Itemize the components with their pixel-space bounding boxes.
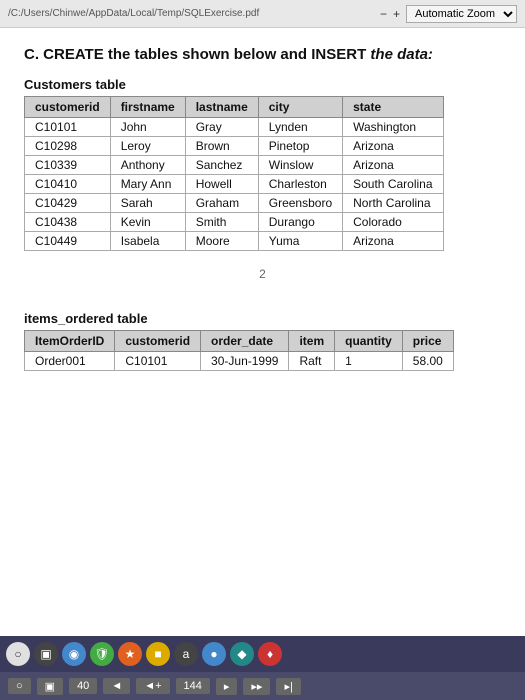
table-cell: Brown bbox=[185, 137, 258, 156]
table-cell: Arizona bbox=[343, 137, 443, 156]
col-customerid: customerid bbox=[25, 97, 111, 118]
table-cell: Moore bbox=[185, 232, 258, 251]
customers-header-row: customerid firstname lastname city state bbox=[25, 97, 444, 118]
title-bar: /C:/Users/Chinwe/AppData/Local/Temp/SQLE… bbox=[0, 0, 525, 28]
ctrl-btn-2[interactable]: ▣ bbox=[37, 678, 63, 695]
table-cell: Kevin bbox=[110, 213, 185, 232]
page-number: 2 bbox=[24, 267, 501, 281]
col-firstname: firstname bbox=[110, 97, 185, 118]
table-cell: Howell bbox=[185, 175, 258, 194]
ctrl-btn-end[interactable]: ▸| bbox=[276, 678, 300, 695]
table-cell: Sanchez bbox=[185, 156, 258, 175]
table-cell: Pinetop bbox=[258, 137, 342, 156]
section-heading: C. CREATE the tables shown below and INS… bbox=[24, 46, 501, 63]
table-cell: C10410 bbox=[25, 175, 111, 194]
table-row: Order001C1010130-Jun-1999Raft158.00 bbox=[25, 352, 454, 371]
table-cell: Charleston bbox=[258, 175, 342, 194]
table-cell: C10429 bbox=[25, 194, 111, 213]
ctrl-btn-back[interactable]: ◄ bbox=[103, 678, 130, 694]
table-cell: C10101 bbox=[25, 118, 111, 137]
table-row: C10298LeroyBrownPinetopArizona bbox=[25, 137, 444, 156]
table-cell: Anthony bbox=[110, 156, 185, 175]
items-table: ItemOrderID customerid order_date item q… bbox=[24, 330, 454, 371]
zoom-plus-button[interactable]: + bbox=[393, 7, 400, 21]
customers-table-label: Customers table bbox=[24, 77, 501, 92]
taskbar-icon-app[interactable]: ■ bbox=[146, 642, 170, 666]
ctrl-btn-1[interactable]: ○ bbox=[8, 678, 31, 694]
items-table-section: items_ordered table ItemOrderID customer… bbox=[24, 311, 501, 371]
title-bar-controls: − + Automatic Zoom bbox=[380, 5, 517, 23]
taskbar-icon-star[interactable]: ★ bbox=[118, 642, 142, 666]
taskbar-icon-browser[interactable]: ◉ bbox=[62, 642, 86, 666]
table-cell: C10339 bbox=[25, 156, 111, 175]
col-quantity: quantity bbox=[335, 331, 403, 352]
taskbar-icon-blue2[interactable]: ● bbox=[202, 642, 226, 666]
table-cell: John bbox=[110, 118, 185, 137]
taskbar-icon-teal[interactable]: ◆ bbox=[230, 642, 254, 666]
table-cell: Colorado bbox=[343, 213, 443, 232]
ctrl-btn-40[interactable]: 40 bbox=[69, 678, 97, 694]
table-row: C10339AnthonySanchezWinslowArizona bbox=[25, 156, 444, 175]
table-cell: 30-Jun-1999 bbox=[201, 352, 289, 371]
table-cell: Raft bbox=[289, 352, 335, 371]
table-cell: Isabela bbox=[110, 232, 185, 251]
col-items-customerid: customerid bbox=[115, 331, 201, 352]
col-lastname: lastname bbox=[185, 97, 258, 118]
table-cell: Gray bbox=[185, 118, 258, 137]
table-cell: 1 bbox=[335, 352, 403, 371]
table-cell: Graham bbox=[185, 194, 258, 213]
ctrl-btn-144[interactable]: 144 bbox=[176, 678, 210, 694]
col-itemorderid: ItemOrderID bbox=[25, 331, 115, 352]
table-cell: Yuma bbox=[258, 232, 342, 251]
table-cell: 58.00 bbox=[402, 352, 453, 371]
table-cell: South Carolina bbox=[343, 175, 443, 194]
table-row: C10438KevinSmithDurangoColorado bbox=[25, 213, 444, 232]
table-row: C10101JohnGrayLyndenWashington bbox=[25, 118, 444, 137]
taskbar-icon-shield[interactable]: 🛡 bbox=[90, 642, 114, 666]
customers-table: customerid firstname lastname city state… bbox=[24, 96, 444, 251]
ctrl-btn-ff[interactable]: ▸▸ bbox=[243, 678, 270, 695]
table-cell: Leroy bbox=[110, 137, 185, 156]
col-city: city bbox=[258, 97, 342, 118]
file-path: /C:/Users/Chinwe/AppData/Local/Temp/SQLE… bbox=[8, 8, 380, 19]
table-cell: Arizona bbox=[343, 232, 443, 251]
table-cell: C10449 bbox=[25, 232, 111, 251]
table-cell: Order001 bbox=[25, 352, 115, 371]
table-cell: North Carolina bbox=[343, 194, 443, 213]
table-cell: Arizona bbox=[343, 156, 443, 175]
document-area: C. CREATE the tables shown below and INS… bbox=[0, 28, 525, 636]
zoom-minus-button[interactable]: − bbox=[380, 7, 387, 21]
items-table-label: items_ordered table bbox=[24, 311, 501, 326]
table-cell: Greensboro bbox=[258, 194, 342, 213]
col-order-date: order_date bbox=[201, 331, 289, 352]
table-cell: Mary Ann bbox=[110, 175, 185, 194]
col-item: item bbox=[289, 331, 335, 352]
taskbar-icon-circle[interactable]: ○ bbox=[6, 642, 30, 666]
table-cell: C10298 bbox=[25, 137, 111, 156]
table-cell: Lynden bbox=[258, 118, 342, 137]
col-price: price bbox=[402, 331, 453, 352]
table-row: C10449IsabelaMooreYumaArizona bbox=[25, 232, 444, 251]
table-cell: C10438 bbox=[25, 213, 111, 232]
table-row: C10410Mary AnnHowellCharlestonSouth Caro… bbox=[25, 175, 444, 194]
taskbar: ○ ▣ ◉ 🛡 ★ ■ a ● ◆ ♦ bbox=[0, 636, 525, 672]
table-cell: Washington bbox=[343, 118, 443, 137]
table-cell: Smith bbox=[185, 213, 258, 232]
table-cell: C10101 bbox=[115, 352, 201, 371]
taskbar-icon-red[interactable]: ♦ bbox=[258, 642, 282, 666]
table-row: C10429SarahGrahamGreensboroNorth Carolin… bbox=[25, 194, 444, 213]
table-cell: Sarah bbox=[110, 194, 185, 213]
items-header-row: ItemOrderID customerid order_date item q… bbox=[25, 331, 454, 352]
table-cell: Winslow bbox=[258, 156, 342, 175]
ctrl-btn-play[interactable]: ▸ bbox=[216, 678, 238, 695]
taskbar-icon-a[interactable]: a bbox=[174, 642, 198, 666]
ctrl-btn-forward[interactable]: ◄+ bbox=[136, 678, 169, 694]
controls-bar: ○ ▣ 40 ◄ ◄+ 144 ▸ ▸▸ ▸| bbox=[0, 672, 525, 700]
taskbar-icon-media[interactable]: ▣ bbox=[34, 642, 58, 666]
col-state: state bbox=[343, 97, 443, 118]
zoom-select[interactable]: Automatic Zoom bbox=[406, 5, 517, 23]
table-cell: Durango bbox=[258, 213, 342, 232]
